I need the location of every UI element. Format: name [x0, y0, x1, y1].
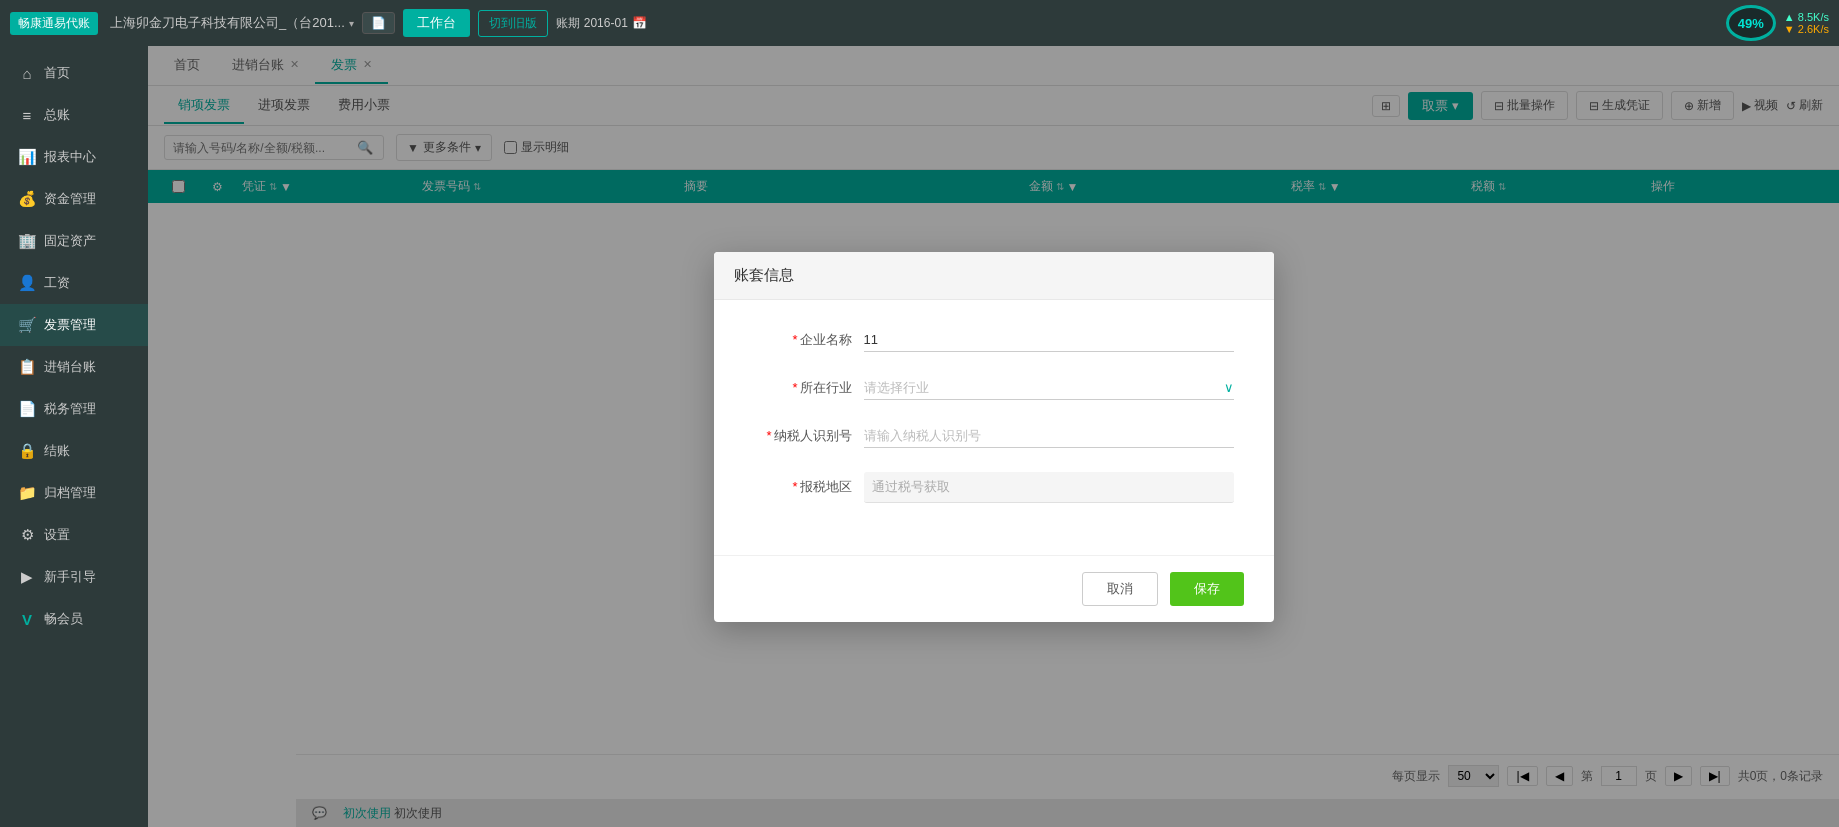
sidebar-item-label: 资金管理 [44, 190, 96, 208]
chevron-down-icon: ▾ [349, 18, 354, 29]
reports-icon: 📊 [18, 148, 36, 166]
sidebar-item-label: 税务管理 [44, 400, 96, 418]
document-icon-btn[interactable]: 📄 [362, 12, 395, 34]
modal-overlay: 账套信息 *企业名称 *所在行业 [148, 46, 1839, 827]
sidebar-item-label: 设置 [44, 526, 70, 544]
tax-id-input[interactable] [864, 424, 1234, 448]
top-bar: 畅康通易代账 上海卯金刀电子科技有限公司_（台201... ▾ 📄 工作台 切到… [0, 0, 1839, 46]
speed-info: ▲ 8.5K/s ▼ 2.6K/s [1784, 11, 1829, 35]
sidebar: ⌂ 首页 ≡ 总账 📊 报表中心 💰 资金管理 🏢 固定资产 👤 工资 🛒 发票… [0, 46, 148, 827]
app-logo: 畅康通易代账 [10, 12, 98, 35]
archive-icon: 📁 [18, 484, 36, 502]
settings-icon: ⚙ [18, 526, 36, 544]
sidebar-item-label: 首页 [44, 64, 70, 82]
workbench-button[interactable]: 工作台 [403, 9, 470, 37]
company-name: 上海卯金刀电子科技有限公司_（台201... [110, 14, 345, 32]
home-icon: ⌂ [18, 65, 36, 82]
sidebar-item-salary[interactable]: 👤 工资 [0, 262, 148, 304]
tax-icon: 📄 [18, 400, 36, 418]
form-row-industry: *所在行业 请选择行业 ∨ [754, 376, 1234, 400]
form-row-company: *企业名称 [754, 328, 1234, 352]
dialog-footer: 取消 保存 [714, 555, 1274, 622]
sidebar-item-label: 报表中心 [44, 148, 96, 166]
tax-region-label: *报税地区 [754, 478, 864, 496]
tax-id-label: *纳税人识别号 [754, 427, 864, 445]
purchase-icon: 📋 [18, 358, 36, 376]
sidebar-item-member[interactable]: V 畅会员 [0, 598, 148, 640]
save-button[interactable]: 保存 [1170, 572, 1244, 606]
close-accounts-icon: 🔒 [18, 442, 36, 460]
salary-icon: 👤 [18, 274, 36, 292]
sidebar-item-reports[interactable]: 📊 报表中心 [0, 136, 148, 178]
industry-select-wrap[interactable]: 请选择行业 ∨ [864, 376, 1234, 400]
sidebar-item-purchase[interactable]: 📋 进销台账 [0, 346, 148, 388]
sidebar-item-label: 新手引导 [44, 568, 96, 586]
sidebar-item-tax[interactable]: 📄 税务管理 [0, 388, 148, 430]
company-name-input[interactable] [864, 328, 1234, 352]
guide-icon: ▶ [18, 568, 36, 586]
company-name-label: *企业名称 [754, 331, 864, 349]
tax-region-display: 通过税号获取 [864, 472, 1234, 503]
fund-icon: 💰 [18, 190, 36, 208]
period-display: 账期 2016-01 📅 [556, 15, 647, 32]
sidebar-item-label: 工资 [44, 274, 70, 292]
chevron-down-icon: ∨ [1224, 380, 1234, 395]
sidebar-item-fund[interactable]: 💰 资金管理 [0, 178, 148, 220]
sidebar-item-guide[interactable]: ▶ 新手引导 [0, 556, 148, 598]
ledger-icon: ≡ [18, 107, 36, 124]
sidebar-item-assets[interactable]: 🏢 固定资产 [0, 220, 148, 262]
sidebar-item-label: 总账 [44, 106, 70, 124]
industry-label: *所在行业 [754, 379, 864, 397]
sidebar-item-label: 发票管理 [44, 316, 96, 334]
sidebar-item-label: 畅会员 [44, 610, 83, 628]
sidebar-item-home[interactable]: ⌂ 首页 [0, 52, 148, 94]
main-content: 首页 进销台账 ✕ 发票 ✕ 销项发票 进项发票 费用小票 [148, 46, 1839, 827]
sidebar-item-archive[interactable]: 📁 归档管理 [0, 472, 148, 514]
form-row-taxregion: *报税地区 通过税号获取 [754, 472, 1234, 503]
industry-select[interactable]: 请选择行业 [864, 380, 1224, 395]
assets-icon: 🏢 [18, 232, 36, 250]
sidebar-item-label: 固定资产 [44, 232, 96, 250]
sidebar-item-settings[interactable]: ⚙ 设置 [0, 514, 148, 556]
company-selector[interactable]: 上海卯金刀电子科技有限公司_（台201... ▾ [110, 14, 354, 32]
member-icon: V [18, 611, 36, 628]
sidebar-item-invoice[interactable]: 🛒 发票管理 [0, 304, 148, 346]
dialog-title: 账套信息 [714, 252, 1274, 300]
sidebar-item-label: 进销台账 [44, 358, 96, 376]
account-info-dialog: 账套信息 *企业名称 *所在行业 [714, 252, 1274, 622]
speed-indicator: 49% [1726, 5, 1776, 41]
cancel-button[interactable]: 取消 [1082, 572, 1158, 606]
form-row-taxid: *纳税人识别号 [754, 424, 1234, 448]
calendar-icon[interactable]: 📅 [632, 16, 647, 30]
sidebar-item-ledger[interactable]: ≡ 总账 [0, 94, 148, 136]
switch-old-version-button[interactable]: 切到旧版 [478, 10, 548, 37]
invoice-icon: 🛒 [18, 316, 36, 334]
sidebar-item-label: 结账 [44, 442, 70, 460]
sidebar-item-close[interactable]: 🔒 结账 [0, 430, 148, 472]
sidebar-item-label: 归档管理 [44, 484, 96, 502]
dialog-body: *企业名称 *所在行业 请选择行业 ∨ [714, 300, 1274, 555]
